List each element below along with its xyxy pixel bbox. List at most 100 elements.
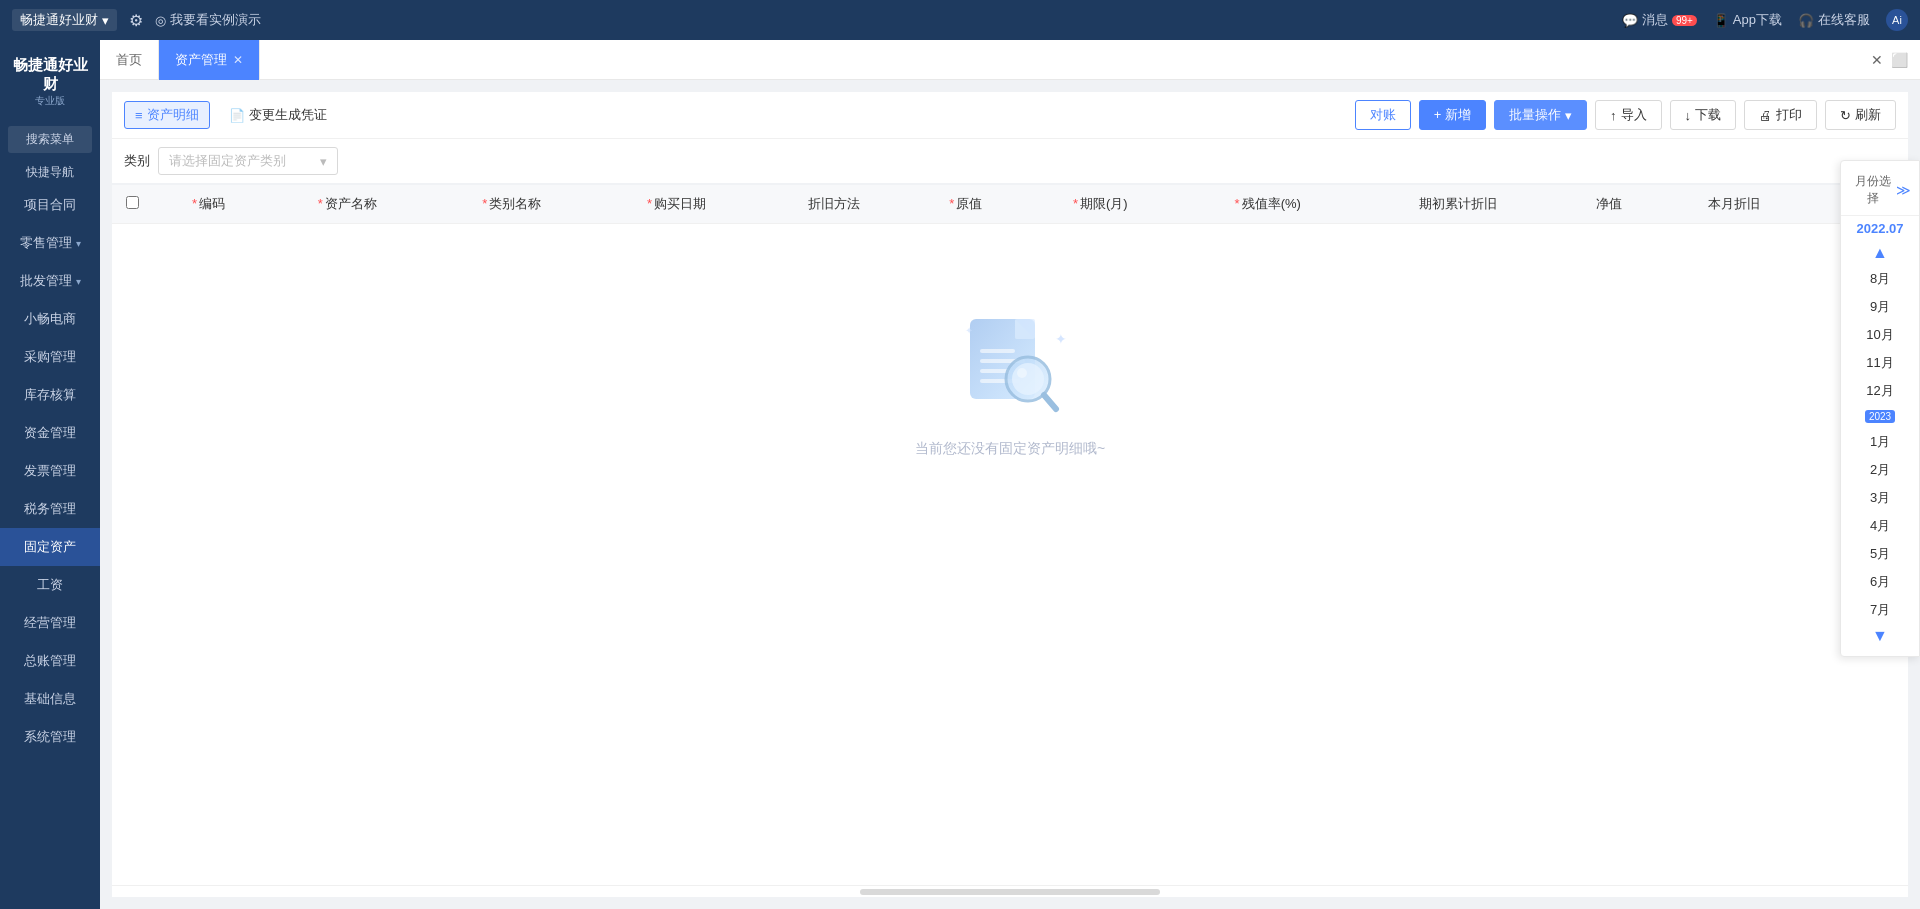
empty-state: ✦ ✦ 当前您还没有固定资产明细哦~: [112, 224, 1908, 498]
month-item-12[interactable]: 12月: [1841, 377, 1919, 405]
scrollbar-thumb[interactable]: [860, 889, 1160, 895]
sidebar-item-label: 税务管理: [24, 500, 76, 518]
sidebar-item-basic[interactable]: 基础信息: [0, 680, 100, 718]
month-item-3[interactable]: 3月: [1841, 484, 1919, 512]
window-close-icon[interactable]: ✕: [1871, 52, 1883, 68]
month-item-5[interactable]: 5月: [1841, 540, 1919, 568]
refresh-button[interactable]: ↻ 刷新: [1825, 100, 1896, 130]
sidebar-item-invoice[interactable]: 发票管理: [0, 452, 100, 490]
print-label: 打印: [1776, 106, 1802, 124]
table-header-checkbox: [112, 185, 152, 224]
subtab-change-voucher[interactable]: 📄 变更生成凭证: [218, 101, 338, 129]
app-download-button[interactable]: 📱 App下载: [1713, 11, 1782, 29]
month-item-9[interactable]: 9月: [1841, 293, 1919, 321]
headset-icon: 🎧: [1798, 13, 1814, 28]
table-header-accumulated: 期初累计折旧: [1357, 185, 1559, 224]
month-item-11[interactable]: 11月: [1841, 349, 1919, 377]
message-icon: 💬: [1622, 13, 1638, 28]
sidebar-item-ecommerce[interactable]: 小畅电商: [0, 300, 100, 338]
top-bar: 畅捷通好业财 ▾ ⚙ ◎ 我要看实例演示 💬 消息 99+ 📱 App下载 🎧 …: [0, 0, 1920, 40]
sidebar-item-ledger[interactable]: 总账管理: [0, 642, 100, 680]
import-icon: ↑: [1610, 108, 1617, 123]
window-maximize-icon[interactable]: ⬜: [1891, 52, 1908, 68]
demo-link[interactable]: ◎ 我要看实例演示: [155, 11, 261, 29]
sidebar-item-management[interactable]: 经营管理: [0, 604, 100, 642]
sidebar-item-inventory[interactable]: 库存核算: [0, 376, 100, 414]
download-icon: ↓: [1685, 108, 1692, 123]
tab-close-icon[interactable]: ✕: [233, 53, 243, 67]
app-download-label: App下载: [1733, 11, 1782, 29]
horizontal-scrollbar[interactable]: [112, 885, 1908, 897]
download-button[interactable]: ↓ 下载: [1670, 100, 1737, 130]
add-button[interactable]: + 新增: [1419, 100, 1486, 130]
select-all-checkbox[interactable]: [126, 196, 139, 209]
svg-point-8: [1012, 363, 1044, 395]
message-label: 消息: [1642, 11, 1668, 29]
sidebar-item-retail[interactable]: 零售管理 ▾: [0, 224, 100, 262]
table-header-depreciation-method: 折旧方法: [759, 185, 910, 224]
page-content: ≡ 资产明细 📄 变更生成凭证 对账 + 新增: [100, 80, 1920, 909]
sidebar-item-purchase[interactable]: 采购管理: [0, 338, 100, 376]
month-item-7-2023[interactable]: 7月: [1841, 596, 1919, 624]
reconcile-button[interactable]: 对账: [1355, 100, 1411, 130]
tab-asset-mgmt[interactable]: 资产管理 ✕: [159, 40, 260, 80]
table-header-residual-rate: *残值率(%): [1178, 185, 1357, 224]
online-service-button[interactable]: 🎧 在线客服: [1798, 11, 1870, 29]
table-wrap: *编码 *资产名称 *类别名称 *购买日期 折旧方法: [112, 185, 1908, 885]
refresh-label: 刷新: [1855, 106, 1881, 124]
month-picker-header: 月份选择 ≫: [1841, 169, 1919, 216]
tab-home[interactable]: 首页: [100, 40, 159, 80]
sidebar-item-finance[interactable]: 资金管理: [0, 414, 100, 452]
sidebar-nav[interactable]: 快捷导航: [0, 159, 100, 186]
month-nav-down-icon[interactable]: ▼: [1872, 626, 1888, 646]
print-button[interactable]: 🖨 打印: [1744, 100, 1817, 130]
chevron-down-icon: ▾: [1565, 108, 1572, 123]
user-menu[interactable]: Ai: [1886, 9, 1908, 31]
table-header-original-value: *原值: [909, 185, 1022, 224]
message-button[interactable]: 💬 消息 99+: [1622, 11, 1697, 29]
sidebar-item-wholesale[interactable]: 批发管理 ▾: [0, 262, 100, 300]
empty-row: ✦ ✦ 当前您还没有固定资产明细哦~: [112, 224, 1908, 499]
sidebar-item-label: 零售管理: [20, 234, 72, 252]
sidebar-item-salary[interactable]: 工资: [0, 566, 100, 604]
subtab-asset-detail[interactable]: ≡ 资产明细: [124, 101, 210, 129]
sidebar-item-label: 项目合同: [24, 196, 76, 214]
month-picker-toggle-icon[interactable]: ≫: [1896, 182, 1911, 198]
month-item-2[interactable]: 2月: [1841, 456, 1919, 484]
sidebar-item-label: 采购管理: [24, 348, 76, 366]
sidebar-item-label: 经营管理: [24, 614, 76, 632]
sidebar-item-label: 系统管理: [24, 728, 76, 746]
category-filter[interactable]: 请选择固定资产类别 ▾: [158, 147, 338, 175]
month-item-1[interactable]: 1月: [1841, 428, 1919, 456]
demo-icon: ◎: [155, 13, 166, 28]
main-layout: 畅捷通好业财 专业版 搜索菜单 快捷导航 项目合同 零售管理 ▾ 批发管理 ▾ …: [0, 40, 1920, 909]
import-button[interactable]: ↑ 导入: [1595, 100, 1662, 130]
app-edition: 专业版: [8, 94, 92, 108]
svg-rect-3: [980, 349, 1015, 353]
app-name: 畅捷通好业财: [8, 56, 92, 94]
company-selector[interactable]: 畅捷通好业财 ▾: [12, 9, 117, 31]
content-area: 首页 资产管理 ✕ ✕ ⬜ ≡ 资产明细: [100, 40, 1920, 909]
top-bar-right: 💬 消息 99+ 📱 App下载 🎧 在线客服 Ai: [1622, 9, 1908, 31]
month-item-10[interactable]: 10月: [1841, 321, 1919, 349]
sidebar-item-label: 工资: [37, 576, 63, 594]
batch-button[interactable]: 批量操作 ▾: [1494, 100, 1587, 130]
month-item-6[interactable]: 6月: [1841, 568, 1919, 596]
sidebar-logo: 畅捷通好业财 专业版: [0, 48, 100, 116]
settings-button[interactable]: ⚙: [125, 7, 147, 34]
sidebar-item-tax[interactable]: 税务管理: [0, 490, 100, 528]
user-avatar: Ai: [1886, 9, 1908, 31]
month-item-8[interactable]: 8月: [1841, 265, 1919, 293]
table-header-category: *类别名称: [430, 185, 595, 224]
table-header-net-value: 净值: [1559, 185, 1658, 224]
sidebar-item-fixed-assets[interactable]: 固定资产: [0, 528, 100, 566]
month-picker-selected[interactable]: 2022.07: [1841, 216, 1919, 241]
sidebar-item-project[interactable]: 项目合同: [0, 186, 100, 224]
month-item-4[interactable]: 4月: [1841, 512, 1919, 540]
sidebar-search[interactable]: 搜索菜单: [8, 126, 92, 153]
tab-bar: 首页 资产管理 ✕ ✕ ⬜: [100, 40, 1920, 80]
asset-table: *编码 *资产名称 *类别名称 *购买日期 折旧方法: [112, 185, 1908, 498]
month-nav-up-icon[interactable]: ▲: [1872, 243, 1888, 263]
chevron-down-icon: ▾: [76, 276, 81, 287]
sidebar-item-system[interactable]: 系统管理: [0, 718, 100, 756]
